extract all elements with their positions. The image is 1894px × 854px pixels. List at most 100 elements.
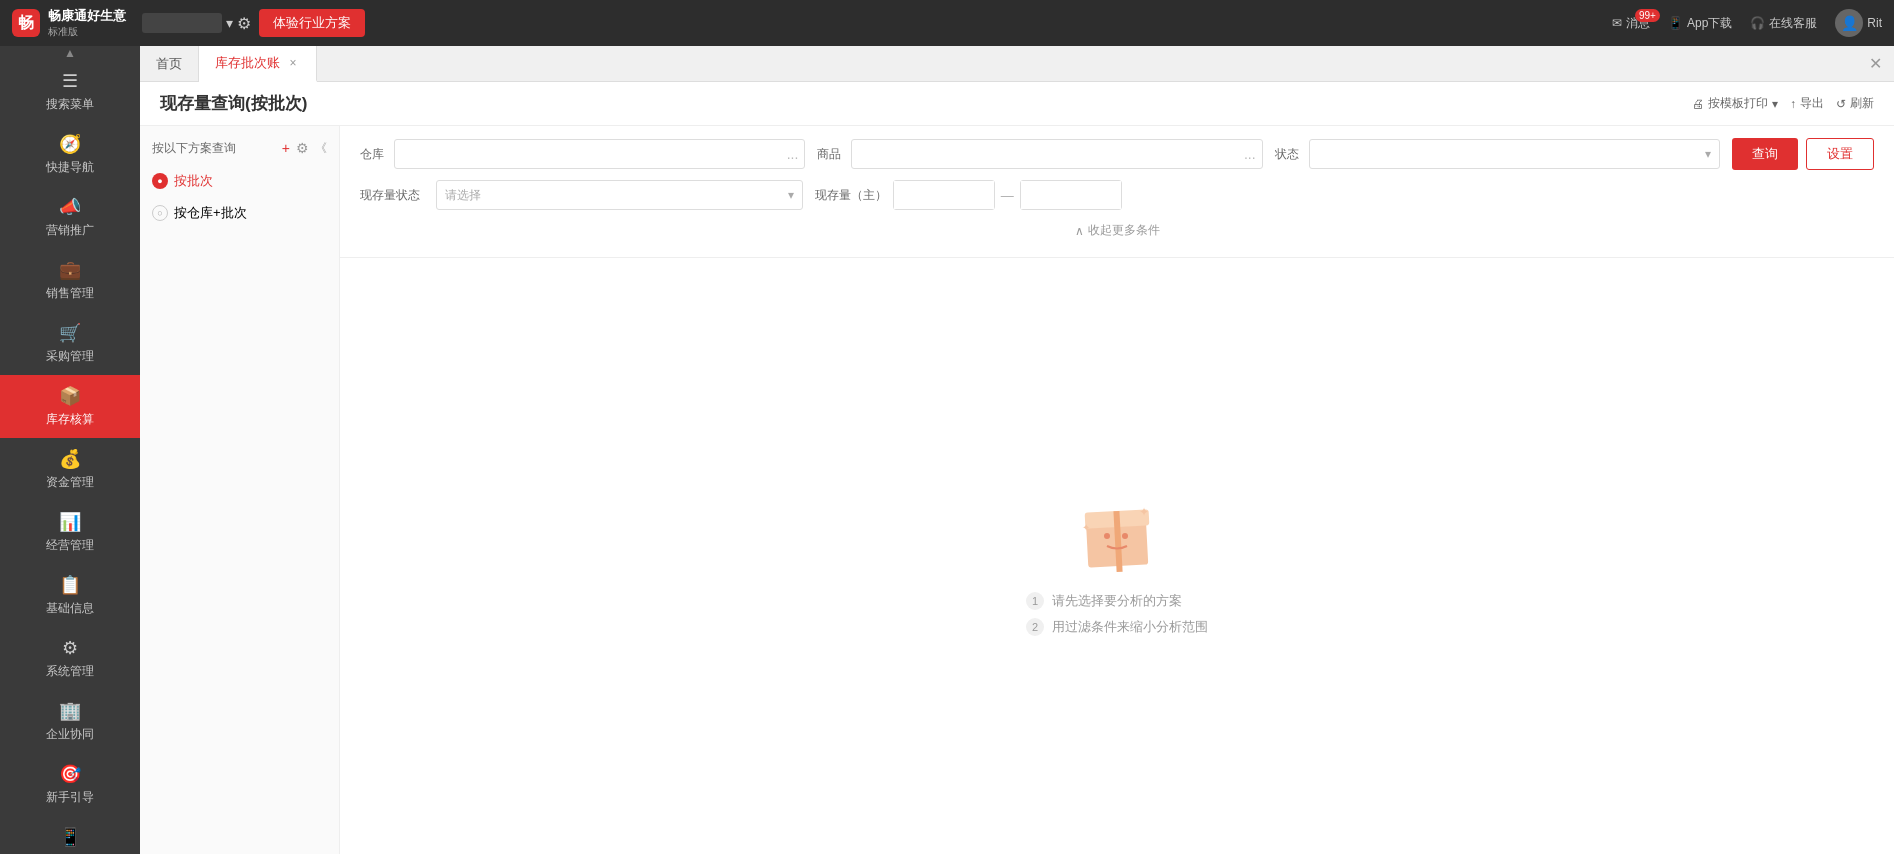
scheme-settings-button[interactable]: ⚙ [296,140,309,157]
messages-button[interactable]: ✉ 消息 99+ [1612,15,1650,32]
app-logo: 畅 [12,9,40,37]
nav-search-input[interactable] [142,13,222,33]
sidebar-item-app-center[interactable]: 📱 应用中心 [0,816,140,854]
sidebar-item-sales[interactable]: 💼 销售管理 [0,249,140,312]
content-area: 首页 库存批次账 × ✕ 现存量查询(按批次) 🖨 按模板打印 ▾ ↑ 导出 [140,46,1894,854]
warehouse-label: 仓库 [360,146,388,163]
empty-state-image: ✦ ✦ [1067,476,1167,576]
operations-icon: 📊 [59,511,81,533]
online-service-button[interactable]: 🎧 在线客服 [1750,15,1817,32]
sidebar-item-label: 库存核算 [46,411,94,428]
sidebar-item-finance[interactable]: 💰 资金管理 [0,438,140,501]
sidebar-item-operations[interactable]: 📊 经营管理 [0,501,140,564]
export-label: 导出 [1800,95,1824,112]
user-avatar[interactable]: 👤 Rit [1835,9,1882,37]
page-body: 按以下方案查询 + ⚙ 《 ● 按批次 ○ 按仓库+批次 [140,126,1894,854]
topbar-gear-button[interactable]: ⚙ [237,14,251,33]
stock-qty-max-input[interactable] [1021,181,1121,209]
basics-icon: 📋 [59,574,81,596]
finance-icon: 💰 [59,448,81,470]
scheme-header: 按以下方案查询 + ⚙ 《 [140,134,339,165]
page-title: 现存量查询(按批次) [160,92,307,115]
print-button[interactable]: 🖨 按模板打印 ▾ [1692,95,1778,112]
query-button[interactable]: 查询 [1732,138,1798,170]
collapse-conditions-button[interactable]: ∧ 收起更多条件 [360,216,1874,245]
tab-inventory-batch[interactable]: 库存批次账 × [199,46,317,82]
headset-icon: 🎧 [1750,16,1765,30]
tab-home[interactable]: 首页 [140,46,199,81]
empty-hints: 1 请先选择要分析的方案 2 用过滤条件来缩小分析范围 [1026,592,1208,636]
stock-status-placeholder: 请选择 [445,187,481,204]
svg-point-4 [1122,533,1128,539]
export-button[interactable]: ↑ 导出 [1790,95,1824,112]
sidebar-item-label: 快捷导航 [46,159,94,176]
app-center-icon: 📱 [59,826,81,848]
sidebar-item-label: 基础信息 [46,600,94,617]
product-input[interactable] [852,147,1238,161]
sidebar-item-purchase[interactable]: 🛒 采购管理 [0,312,140,375]
main-layout: ▲ ☰ 搜索菜单 🧭 快捷导航 📣 营销推广 💼 销售管理 🛒 采购管理 📦 库… [0,46,1894,854]
sidebar-item-marketing[interactable]: 📣 营销推广 [0,186,140,249]
empty-state: ✦ ✦ 1 请先选择要分析的方案 2 用过滤条件来缩小分析范围 [340,258,1894,854]
topbar-right: ✉ 消息 99+ 📱 App下载 🎧 在线客服 👤 Rit [1612,9,1882,37]
page-header: 现存量查询(按批次) 🖨 按模板打印 ▾ ↑ 导出 ↺ 刷新 [140,82,1894,126]
app-download-button[interactable]: 📱 App下载 [1668,15,1732,32]
stock-qty-max-field[interactable] [1020,180,1122,210]
hint-text-2: 用过滤条件来缩小分析范围 [1052,618,1208,636]
nav-dropdown-button[interactable]: ▾ [226,15,233,31]
sidebar-item-newbie[interactable]: 🎯 新手引导 [0,753,140,816]
tab-close-icon[interactable]: × [286,56,300,70]
sidebar: ▲ ☰ 搜索菜单 🧭 快捷导航 📣 营销推广 💼 销售管理 🛒 采购管理 📦 库… [0,46,140,854]
sidebar-item-system[interactable]: ⚙ 系统管理 [0,627,140,690]
empty-hint-1: 1 请先选择要分析的方案 [1026,592,1208,610]
warehouse-dots[interactable]: ... [781,146,805,162]
sidebar-item-search-menu[interactable]: ☰ 搜索菜单 [0,60,140,123]
warehouse-input[interactable] [395,147,781,161]
product-input-field[interactable]: ... [851,139,1262,169]
message-icon: ✉ [1612,16,1622,30]
scheme-item-by-batch[interactable]: ● 按批次 [140,165,339,197]
status-select[interactable]: ▾ [1309,139,1720,169]
experience-button[interactable]: 体验行业方案 [259,9,365,37]
settings-button[interactable]: 设置 [1806,138,1874,170]
stock-qty-min-field[interactable] [893,180,995,210]
avatar: 👤 [1835,9,1863,37]
product-dots[interactable]: ... [1238,146,1262,162]
status-label: 状态 [1275,146,1303,163]
sidebar-item-label: 营销推广 [46,222,94,239]
svg-text:✦: ✦ [1139,505,1149,519]
stock-status-select[interactable]: 请选择 ▾ [436,180,803,210]
sidebar-scroll-up[interactable]: ▲ [0,46,140,60]
page-header-actions: 🖨 按模板打印 ▾ ↑ 导出 ↺ 刷新 [1692,95,1874,112]
empty-illustration: ✦ ✦ [1067,476,1167,576]
newbie-icon: 🎯 [59,763,81,785]
hint-num-1: 1 [1026,592,1044,610]
sidebar-item-label: 搜索菜单 [46,96,94,113]
product-label: 商品 [817,146,845,163]
refresh-icon: ↺ [1836,97,1846,111]
stock-status-dropdown-icon: ▾ [788,188,794,202]
scheme-label-by-warehouse-batch: 按仓库+批次 [174,204,247,222]
inventory-icon: 📦 [59,385,81,407]
brand-tag: 标准版 [48,25,126,39]
purchase-icon: 🛒 [59,322,81,344]
sidebar-item-basics[interactable]: 📋 基础信息 [0,564,140,627]
sidebar-item-label: 资金管理 [46,474,94,491]
collapse-label: 收起更多条件 [1088,222,1160,239]
stock-status-label: 现存量状态 [360,187,430,204]
sidebar-item-inventory[interactable]: 📦 库存核算 [0,375,140,438]
sidebar-item-quick-nav[interactable]: 🧭 快捷导航 [0,123,140,186]
scheme-collapse-button[interactable]: 《 [315,140,327,157]
action-buttons: 查询 设置 [1732,138,1874,170]
refresh-button[interactable]: ↺ 刷新 [1836,95,1874,112]
sidebar-item-enterprise[interactable]: 🏢 企业协同 [0,690,140,753]
enterprise-icon: 🏢 [59,700,81,722]
scheme-item-by-warehouse-batch[interactable]: ○ 按仓库+批次 [140,197,339,229]
warehouse-input-field[interactable]: ... [394,139,805,169]
hint-num-2: 2 [1026,618,1044,636]
tab-bar-close-button[interactable]: ✕ [1857,46,1894,81]
phone-icon: 📱 [1668,16,1683,30]
stock-qty-min-input[interactable] [894,181,994,209]
brand-name: 畅康通好生意 [48,7,126,25]
scheme-add-button[interactable]: + [282,140,290,157]
